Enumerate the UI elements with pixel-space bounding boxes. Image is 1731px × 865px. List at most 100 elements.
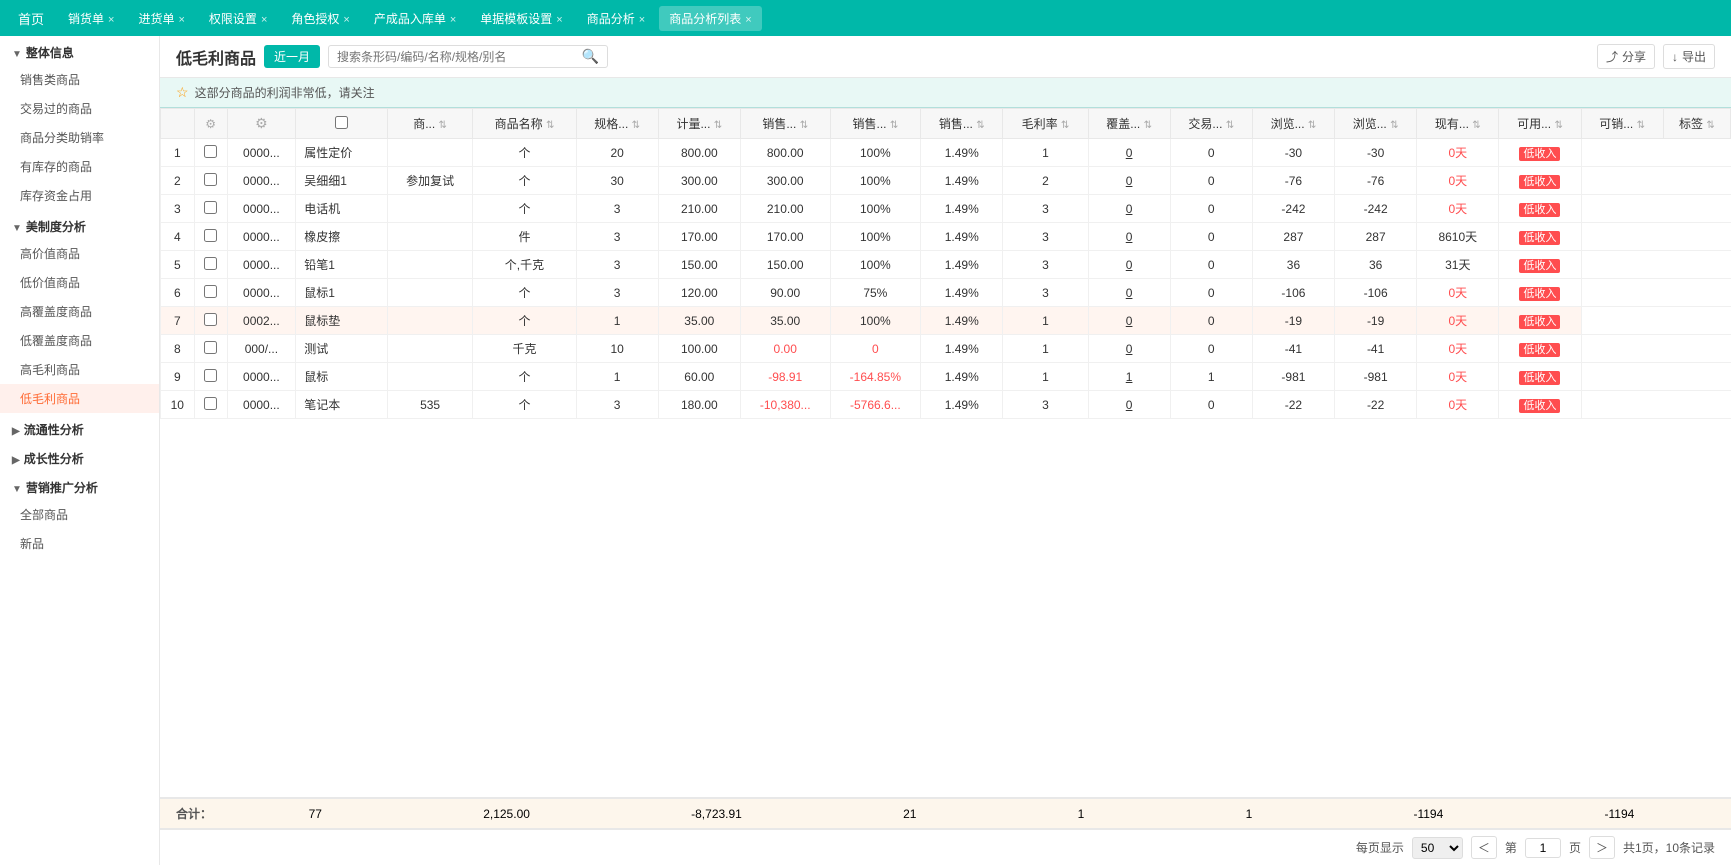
row-checkbox[interactable] xyxy=(204,313,217,326)
row-checkbox[interactable] xyxy=(204,397,217,410)
sidebar-item-category-rate[interactable]: 商品分类助销率 xyxy=(0,123,159,152)
sidebar-item-traded-goods[interactable]: 交易过的商品 xyxy=(0,94,159,123)
cell-view1[interactable]: 0 xyxy=(1088,167,1170,195)
cell-name[interactable]: 吴细细1 xyxy=(296,167,388,195)
col-sellable-days[interactable]: 可销... ⇅ xyxy=(1581,109,1663,139)
nav-product-entry[interactable]: 产成品入库单× xyxy=(364,6,466,31)
cell-view1[interactable]: 1 xyxy=(1088,363,1170,391)
cell-checkbox[interactable] xyxy=(194,391,227,419)
row-checkbox[interactable] xyxy=(204,369,217,382)
row-checkbox[interactable] xyxy=(204,145,217,158)
cell-checkbox[interactable] xyxy=(194,223,227,251)
nav-sales-order[interactable]: 销货单× xyxy=(58,6,124,31)
nav-purchase-order[interactable]: 进货单× xyxy=(128,6,194,31)
nav-template[interactable]: 单据模板设置× xyxy=(470,6,572,31)
col-tag[interactable]: 标签 ⇅ xyxy=(1663,109,1730,139)
share-button[interactable]: ⤴ 分享 xyxy=(1597,44,1655,69)
cell-view1[interactable]: 0 xyxy=(1088,223,1170,251)
sidebar-item-sales-goods[interactable]: 销售类商品 xyxy=(0,65,159,94)
cell-view1[interactable]: 0 xyxy=(1088,279,1170,307)
cell-sales-profit: 800.00 xyxy=(740,139,830,167)
cell-name[interactable]: 鼠标 xyxy=(296,363,388,391)
search-icon[interactable]: 🔍 xyxy=(582,48,599,65)
col-sales-profit[interactable]: 销售... ⇅ xyxy=(921,109,1003,139)
col-unit[interactable]: 计量... ⇅ xyxy=(658,109,740,139)
row-checkbox[interactable] xyxy=(204,257,217,270)
cell-name[interactable]: 电话机 xyxy=(296,195,388,223)
cell-name[interactable]: 橡皮擦 xyxy=(296,223,388,251)
col-gear-header[interactable]: ⚙ xyxy=(194,109,227,139)
cell-checkbox[interactable] xyxy=(194,195,227,223)
nav-permission[interactable]: 权限设置× xyxy=(199,6,277,31)
col-view2[interactable]: 浏览... ⇅ xyxy=(1335,109,1417,139)
cell-checkbox[interactable] xyxy=(194,335,227,363)
cell-view1[interactable]: 0 xyxy=(1088,195,1170,223)
col-stock-curr[interactable]: 现有... ⇅ xyxy=(1417,109,1499,139)
cell-view1[interactable]: 0 xyxy=(1088,251,1170,279)
page-number-input[interactable] xyxy=(1525,838,1561,858)
data-table-container[interactable]: ⚙⚙ 商... ⇅ 商品名称 ⇅ 规格... ⇅ 计量... ⇅ 销售... ⇅… xyxy=(160,108,1731,797)
col-gear[interactable]: ⚙ xyxy=(227,109,296,139)
cell-name[interactable]: 铅笔1 xyxy=(296,251,388,279)
col-sales-qty[interactable]: 销售... ⇅ xyxy=(740,109,830,139)
sidebar-item-high-margin[interactable]: 高毛利商品 xyxy=(0,355,159,384)
sidebar-item-in-stock[interactable]: 有库存的商品 xyxy=(0,152,159,181)
cell-name[interactable]: 鼠标垫 xyxy=(296,307,388,335)
cell-view1[interactable]: 0 xyxy=(1088,307,1170,335)
search-input[interactable] xyxy=(337,50,582,64)
cell-checkbox[interactable] xyxy=(194,167,227,195)
sidebar-item-low-value[interactable]: 低价值商品 xyxy=(0,268,159,297)
row-checkbox[interactable] xyxy=(204,229,217,242)
prev-page-button[interactable]: ＜ xyxy=(1471,836,1497,859)
col-margin[interactable]: 毛利率 ⇅ xyxy=(1003,109,1088,139)
row-checkbox[interactable] xyxy=(204,201,217,214)
col-stock-avail[interactable]: 可用... ⇅ xyxy=(1499,109,1581,139)
col-sales-amt[interactable]: 销售... ⇅ xyxy=(830,109,921,139)
cell-view1[interactable]: 0 xyxy=(1088,391,1170,419)
sidebar-item-high-coverage[interactable]: 高覆盖度商品 xyxy=(0,297,159,326)
cell-name[interactable]: 鼠标1 xyxy=(296,279,388,307)
col-checkbox[interactable] xyxy=(296,109,388,139)
col-coverage[interactable]: 覆盖... ⇅ xyxy=(1088,109,1170,139)
cell-checkbox[interactable] xyxy=(194,279,227,307)
select-all-checkbox[interactable] xyxy=(335,116,348,129)
cell-view1[interactable]: 0 xyxy=(1088,335,1170,363)
export-button[interactable]: ↓ 导出 xyxy=(1663,44,1715,69)
per-page-select[interactable]: 50 20 100 xyxy=(1412,837,1463,859)
nav-product-analysis[interactable]: 商品分析× xyxy=(577,6,655,31)
col-spec[interactable]: 规格... ⇅ xyxy=(576,109,658,139)
sidebar-section-flow[interactable]: ▶流通性分析 xyxy=(0,413,159,442)
cell-unit: 千克 xyxy=(473,335,576,363)
date-filter-button[interactable]: 近一月 xyxy=(264,45,320,68)
cell-name[interactable]: 属性定价 xyxy=(296,139,388,167)
col-code[interactable]: 商... ⇅ xyxy=(387,109,473,139)
sidebar-item-new-goods[interactable]: 新品 xyxy=(0,529,159,558)
cell-name[interactable]: 测试 xyxy=(296,335,388,363)
col-name[interactable]: 商品名称 ⇅ xyxy=(473,109,576,139)
nav-product-analysis-list[interactable]: 商品分析列表× xyxy=(659,6,761,31)
row-checkbox[interactable] xyxy=(204,173,217,186)
next-page-button[interactable]: ＞ xyxy=(1589,836,1615,859)
sidebar-section-measure[interactable]: ▼美制度分析 xyxy=(0,210,159,239)
cell-view1[interactable]: 0 xyxy=(1088,139,1170,167)
cell-number: 9 xyxy=(161,363,195,391)
sidebar-section-marketing[interactable]: ▼营销推广分析 xyxy=(0,471,159,500)
cell-checkbox[interactable] xyxy=(194,363,227,391)
sidebar-item-low-coverage[interactable]: 低覆盖度商品 xyxy=(0,326,159,355)
col-trade[interactable]: 交易... ⇅ xyxy=(1170,109,1252,139)
sidebar-item-low-margin[interactable]: 低毛利商品 xyxy=(0,384,159,413)
sidebar-section-growth[interactable]: ▶成长性分析 xyxy=(0,442,159,471)
row-checkbox[interactable] xyxy=(204,285,217,298)
sidebar-section-overall[interactable]: ▼整体信息 xyxy=(0,36,159,65)
sidebar-item-capital[interactable]: 库存资金占用 xyxy=(0,181,159,210)
cell-checkbox[interactable] xyxy=(194,139,227,167)
row-checkbox[interactable] xyxy=(204,341,217,354)
cell-name[interactable]: 笔记本 xyxy=(296,391,388,419)
nav-role-auth[interactable]: 角色授权× xyxy=(281,6,359,31)
nav-home[interactable]: 首页 xyxy=(8,5,54,32)
sidebar-item-high-value[interactable]: 高价值商品 xyxy=(0,239,159,268)
sidebar-item-all-goods[interactable]: 全部商品 xyxy=(0,500,159,529)
cell-checkbox[interactable] xyxy=(194,251,227,279)
col-view1[interactable]: 浏览... ⇅ xyxy=(1252,109,1334,139)
cell-checkbox[interactable] xyxy=(194,307,227,335)
